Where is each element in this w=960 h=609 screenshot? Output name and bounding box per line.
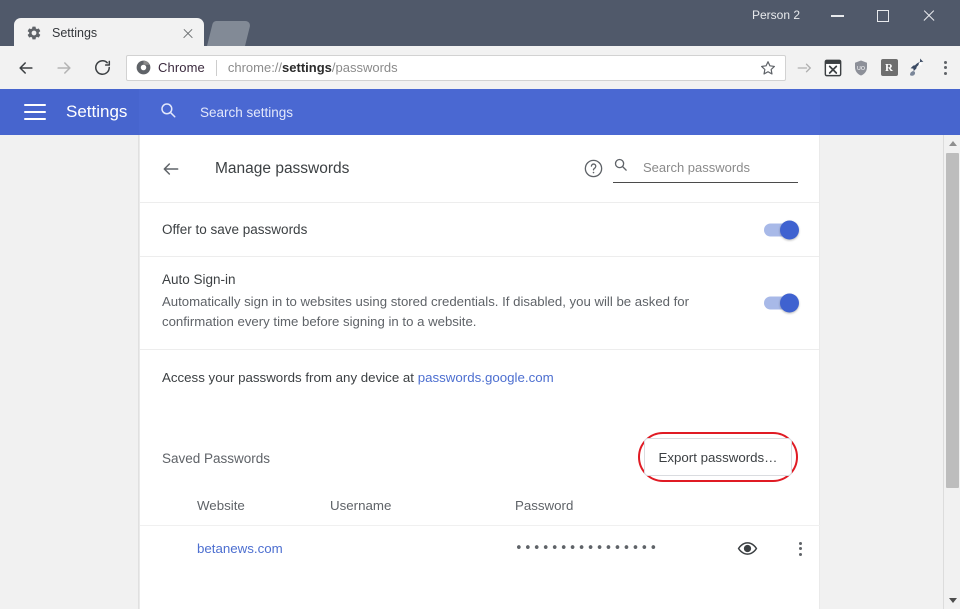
address-bar[interactable]: Chrome chrome://settings/passwords	[126, 54, 786, 81]
search-icon	[613, 157, 628, 177]
card-header: Manage passwords Search passwords	[140, 135, 819, 202]
more-vert-icon[interactable]	[785, 534, 815, 564]
minimize-icon[interactable]	[814, 0, 860, 32]
access-passwords-note: Access your passwords from any device at…	[140, 349, 819, 407]
auto-signin-row[interactable]: Auto Sign-in Automatically sign in to we…	[140, 256, 819, 349]
maximize-icon[interactable]	[860, 0, 906, 32]
saved-passwords-heading: Saved Passwords	[162, 451, 271, 466]
column-header-username: Username	[330, 497, 392, 513]
chrome-logo-icon	[136, 60, 151, 75]
page-title: Manage passwords	[215, 159, 350, 177]
access-note-text: Access your passwords from any device at	[162, 370, 418, 385]
table-header-row: Website Username Password	[140, 485, 821, 525]
offer-to-save-label: Offer to save passwords	[162, 222, 308, 237]
reload-icon[interactable]	[86, 52, 118, 84]
security-chip-label: Chrome	[158, 60, 205, 75]
forward-arrow-icon	[48, 52, 80, 84]
new-tab-icon[interactable]	[206, 21, 252, 47]
tab-title: Settings	[52, 26, 98, 40]
vertical-scrollbar[interactable]	[943, 135, 960, 609]
toggle-knob	[780, 220, 799, 239]
scrollbar-thumb[interactable]	[946, 153, 959, 488]
auto-signin-toggle[interactable]	[764, 293, 799, 313]
share-icon[interactable]	[792, 54, 818, 82]
browser-toolbar: Chrome chrome://settings/passwords UO R	[0, 46, 960, 89]
column-header-password: Password	[515, 497, 574, 513]
auto-signin-description: Automatically sign in to websites using …	[162, 294, 690, 329]
settings-sidebar	[0, 135, 139, 609]
passwords-google-link[interactable]: passwords.google.com	[418, 370, 554, 385]
saved-passwords-table: Website Username Password betanews.com •…	[140, 485, 821, 571]
offer-to-save-row[interactable]: Offer to save passwords	[140, 202, 819, 256]
scroll-up-arrow-icon[interactable]	[944, 135, 960, 152]
chrome-menu-icon[interactable]	[932, 54, 958, 82]
extension-rocket-icon[interactable]	[904, 54, 930, 82]
close-icon[interactable]	[906, 0, 952, 32]
bookmark-star-icon[interactable]	[759, 59, 777, 77]
extension-r-icon[interactable]: R	[876, 54, 902, 82]
offer-to-save-toggle[interactable]	[764, 220, 799, 239]
manage-passwords-card: Manage passwords Search passwords Offer …	[139, 135, 821, 609]
toggle-knob	[780, 293, 799, 313]
help-circle-icon[interactable]	[583, 158, 604, 179]
search-settings-placeholder: Search settings	[200, 104, 294, 120]
browser-window: Settings Person 2 Chrome chrome://settin…	[0, 0, 960, 609]
website-link[interactable]: betanews.com	[197, 541, 283, 556]
extension-r-label: R	[880, 59, 898, 76]
export-passwords-highlight: Export passwords…	[638, 432, 798, 482]
title-bar: Settings Person 2	[0, 0, 960, 48]
scroll-down-arrow-icon[interactable]	[944, 592, 960, 609]
browser-tab[interactable]: Settings	[14, 18, 204, 48]
table-row[interactable]: betanews.com ••••••••••••••••	[140, 525, 821, 571]
column-header-website: Website	[197, 497, 245, 513]
url-text: chrome://settings/passwords	[228, 60, 753, 75]
svg-text:UO: UO	[857, 65, 865, 71]
close-icon[interactable]	[180, 25, 196, 41]
export-passwords-button[interactable]: Export passwords…	[644, 438, 792, 476]
row-actions	[675, 531, 821, 567]
url-bold: settings	[282, 60, 332, 75]
profile-label[interactable]: Person 2	[752, 8, 800, 22]
auto-signin-title: Auto Sign-in	[162, 272, 236, 287]
back-arrow-icon[interactable]	[10, 52, 42, 84]
url-suffix: /passwords	[331, 60, 398, 75]
url-prefix: chrome://	[227, 60, 283, 75]
eye-icon[interactable]	[729, 531, 765, 567]
gear-icon	[26, 25, 42, 41]
shield-extension-icon[interactable]: UO	[848, 54, 874, 82]
row-website: betanews.com	[140, 541, 330, 556]
back-arrow-icon[interactable]	[161, 159, 181, 179]
row-password-mask: ••••••••••••••••	[515, 541, 659, 556]
settings-page-body: Manage passwords Search passwords Offer …	[0, 135, 960, 609]
search-passwords-input[interactable]: Search passwords	[613, 157, 798, 183]
settings-title: Settings	[66, 102, 128, 121]
search-icon	[159, 101, 177, 124]
omnibox-divider	[215, 59, 217, 76]
settings-header: Settings Search settings	[0, 89, 960, 135]
hamburger-menu-icon[interactable]	[24, 104, 46, 120]
search-settings-field[interactable]: Search settings	[139, 89, 820, 135]
extension-x-icon[interactable]	[820, 54, 846, 82]
search-passwords-placeholder: Search passwords	[643, 159, 750, 175]
